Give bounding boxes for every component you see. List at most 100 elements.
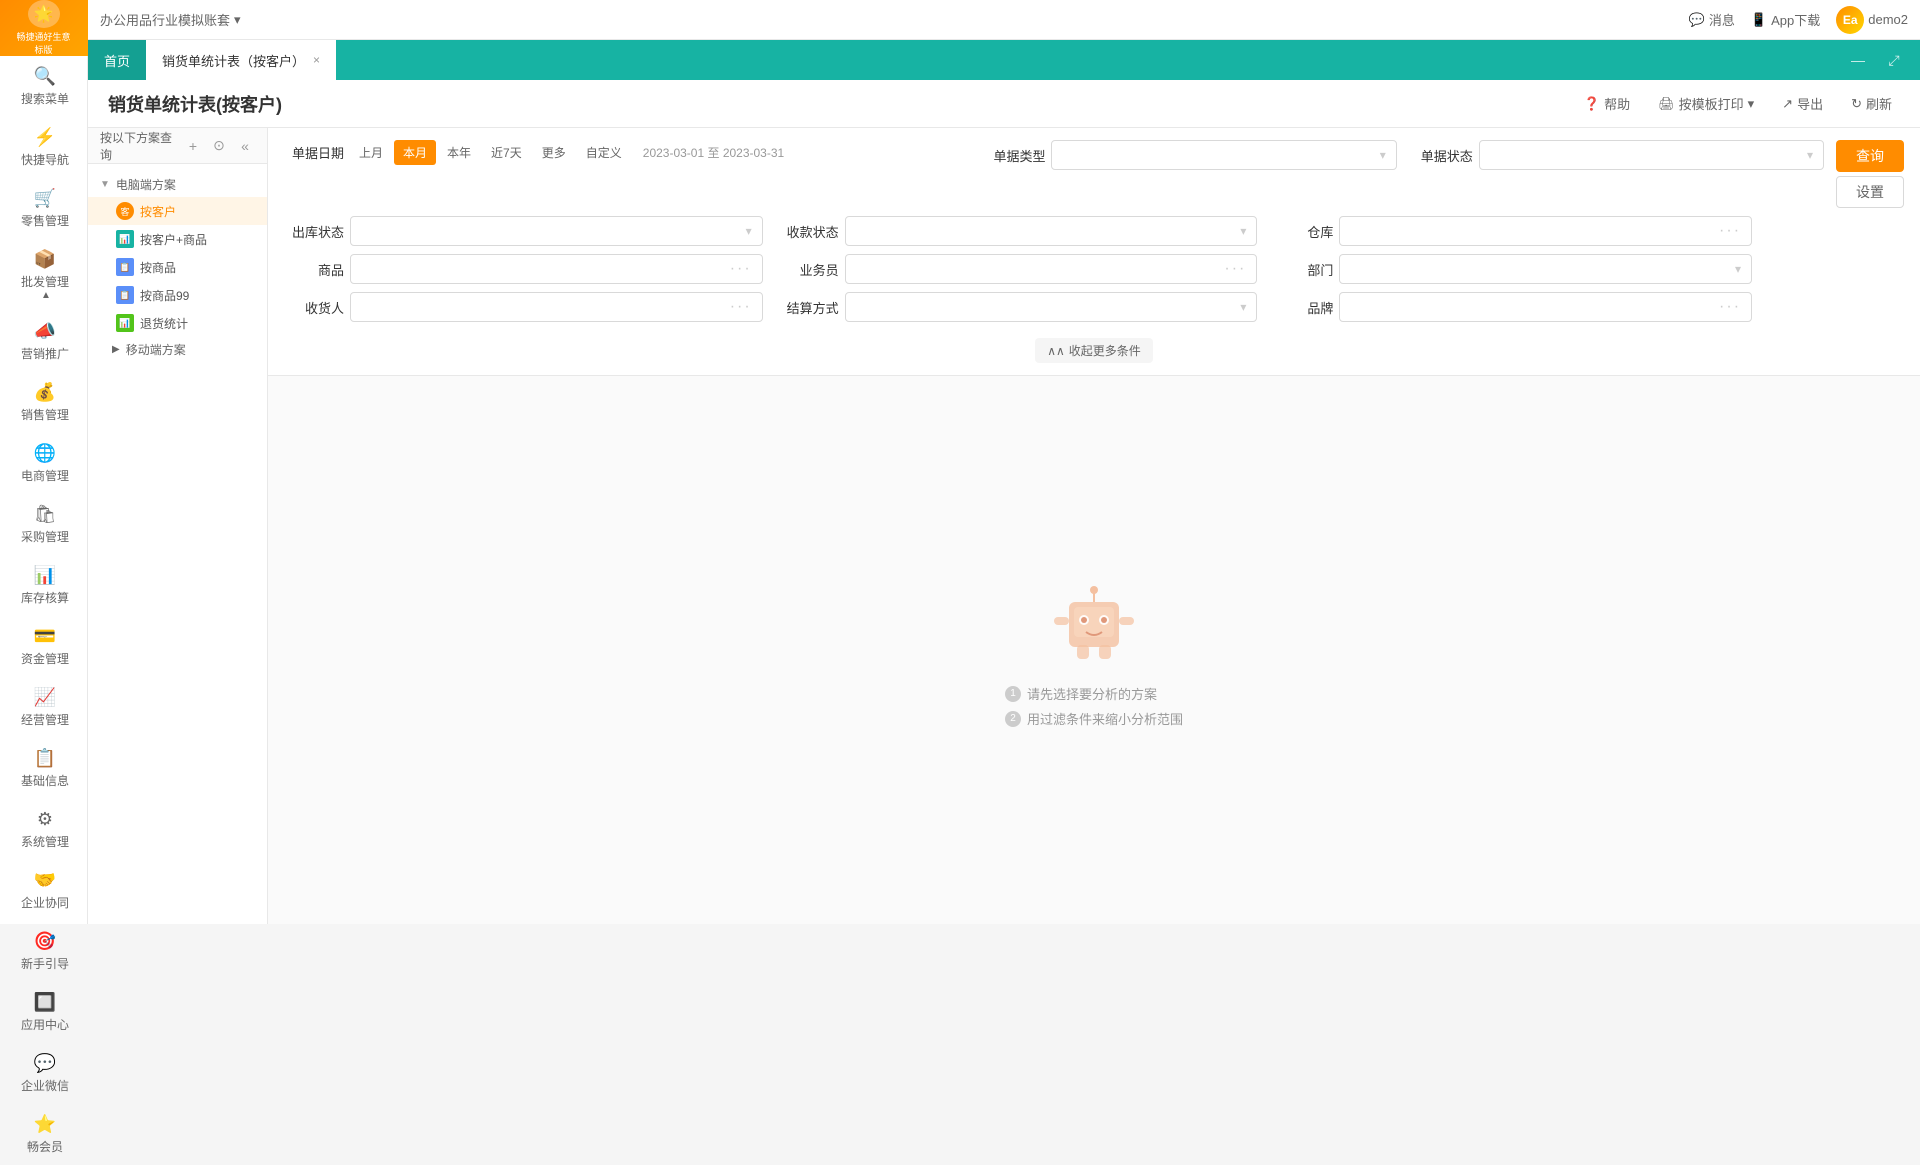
date-tab-this-year[interactable]: 本年 [438, 140, 480, 165]
tip-1-text: 请先选择要分析的方案 [1027, 684, 1157, 703]
tree-item-return-stats-label: 退货统计 [140, 315, 188, 332]
app-download-button[interactable]: 📱 App下载 [1751, 10, 1820, 29]
tree-item-return-stats[interactable]: 📊 退货统计 [88, 309, 267, 337]
sidebar-item-ecommerce[interactable]: 🌐 电商管理 [0, 433, 88, 494]
doc-type-chevron-icon: ▾ [1380, 148, 1386, 162]
settlement-selector[interactable]: ▾ [845, 292, 1258, 322]
goods99-scheme-icon: 📋 [116, 286, 134, 304]
sidebar-item-label: 企业协同 [21, 894, 69, 911]
minimize-icon: — [1851, 52, 1865, 68]
sidebar-item-purchase[interactable]: 🛍 采购管理 [0, 494, 88, 555]
goods-selector[interactable]: ··· [350, 254, 763, 284]
refresh-icon: ↻ [1851, 96, 1862, 112]
chevron-up-icon: ▲ [41, 290, 51, 301]
sidebar-item-enterprise[interactable]: 🤝 企业协同 [0, 860, 88, 921]
date-tab-custom[interactable]: 自定义 [577, 140, 631, 165]
sidebar-item-quick-nav[interactable]: ⚡ 快捷导航 [0, 117, 88, 178]
app-download-label: App下载 [1771, 10, 1820, 29]
sidebar-item-sales[interactable]: 💰 销售管理 [0, 372, 88, 433]
help-icon: ❓ [1584, 96, 1600, 112]
refresh-button[interactable]: ↻ 刷新 [1843, 90, 1900, 117]
settlement-label: 结算方式 [779, 298, 839, 317]
settings-button[interactable]: 设置 [1836, 176, 1904, 208]
customer-goods-scheme-icon: 📊 [116, 230, 134, 248]
salesperson-selector[interactable]: ··· [845, 254, 1258, 284]
tree-item-by-goods-99[interactable]: 📋 按商品99 [88, 281, 267, 309]
empty-state: 1 请先选择要分析的方案 2 用过滤条件来缩小分析范围 [1005, 572, 1183, 728]
sidebar-item-label: 企业微信 [21, 1077, 69, 1094]
tip-2-text: 用过滤条件来缩小分析范围 [1027, 709, 1183, 728]
logo-text: 畅捷通好生意 [16, 30, 70, 43]
sidebar-item-wholesale[interactable]: 📦 批发管理 ▲ [0, 239, 88, 311]
sidebar-item-label: 畅会员 [27, 1138, 63, 1155]
wholesale-icon: 📦 [34, 249, 56, 270]
collapse-label: 收起更多条件 [1069, 342, 1141, 359]
print-icon: 🖨 [1658, 96, 1675, 112]
sidebar-logo[interactable]: 🌟 畅捷通好生意 标版 [0, 0, 88, 56]
collapse-panel-button[interactable]: « [235, 136, 255, 156]
collapse-filter-button[interactable]: ∧∧ 收起更多条件 [1035, 338, 1153, 363]
sidebar-item-member[interactable]: ⭐ 畅会员 [0, 1104, 88, 1165]
sidebar-item-label: 应用中心 [21, 1016, 69, 1033]
print-dropdown-icon: ▾ [1748, 96, 1755, 112]
sidebar-item-search[interactable]: 🔍 搜索菜单 [0, 56, 88, 117]
marketing-icon: 📣 [34, 321, 56, 342]
tree-item-by-goods[interactable]: 📋 按商品 [88, 253, 267, 281]
sidebar-item-label: 库存核算 [21, 589, 69, 606]
query-button[interactable]: 查询 [1836, 140, 1904, 172]
receipt-status-chevron-icon: ▾ [1240, 224, 1246, 238]
out-status-selector[interactable]: ▾ [350, 216, 763, 246]
consignee-selector[interactable]: ··· [350, 292, 763, 322]
settings-scheme-button[interactable]: ⊙ [209, 136, 229, 156]
message-button[interactable]: 💬 消息 [1689, 10, 1735, 29]
doc-status-selector[interactable]: ▾ [1479, 140, 1824, 170]
tree-group-mobile-header[interactable]: ▶ 移动端方案 [88, 337, 267, 362]
left-panel-icons: + ⊙ « [183, 136, 255, 156]
department-selector[interactable]: ▾ [1339, 254, 1752, 284]
main-area: 办公用品行业模拟账套 ▾ 💬 消息 📱 App下载 Ea demo2 首页 [88, 0, 1920, 924]
operations-icon: 📈 [34, 687, 56, 708]
sidebar-item-inventory[interactable]: 📊 库存核算 [0, 555, 88, 616]
doc-type-selector[interactable]: ▾ [1051, 140, 1396, 170]
tree-group-pc-label: 电脑端方案 [116, 176, 176, 193]
sidebar-item-label: 经营管理 [21, 711, 69, 728]
help-button[interactable]: ❓ 帮助 [1576, 90, 1638, 117]
tree-item-by-customer-goods[interactable]: 📊 按客户+商品 [88, 225, 267, 253]
receipt-status-selector[interactable]: ▾ [845, 216, 1258, 246]
tip-2-num: 2 [1005, 711, 1021, 727]
sidebar-item-label: 批发管理 [21, 273, 69, 290]
date-tab-last-month[interactable]: 上月 [350, 140, 392, 165]
avatar: Ea [1836, 6, 1864, 34]
tab-expand-button[interactable]: ⤢ [1880, 46, 1908, 74]
tree-item-by-customer[interactable]: 客 按客户 [88, 197, 267, 225]
tab-home[interactable]: 首页 [88, 40, 146, 80]
user-profile[interactable]: Ea demo2 [1836, 6, 1908, 34]
tab-minimize-button[interactable]: — [1844, 46, 1872, 74]
sidebar-item-apps[interactable]: 🔲 应用中心 [0, 982, 88, 1043]
member-icon: ⭐ [34, 1114, 56, 1135]
sidebar-item-system[interactable]: ⚙ 系统管理 [0, 799, 88, 860]
page-title-bar: 销货单统计表(按客户) ❓ 帮助 🖨 按模板打印 ▾ ↗ 导出 ↻ 刷新 [88, 80, 1920, 128]
sidebar-item-marketing[interactable]: 📣 营销推广 [0, 311, 88, 372]
account-selector[interactable]: 办公用品行业模拟账套 ▾ [100, 10, 241, 29]
date-tab-this-month[interactable]: 本月 [394, 140, 436, 165]
date-tab-last-7[interactable]: 近7天 [482, 140, 531, 165]
sidebar-item-operations[interactable]: 📈 经营管理 [0, 677, 88, 738]
sidebar-item-retail[interactable]: 🛒 零售管理 [0, 178, 88, 239]
sidebar-item-basic[interactable]: 📋 基础信息 [0, 738, 88, 799]
tree-group-mobile: ▶ 移动端方案 [88, 337, 267, 362]
print-button[interactable]: 🖨 按模板打印 ▾ [1650, 90, 1762, 117]
tab-close-icon[interactable]: × [313, 53, 320, 67]
add-scheme-button[interactable]: + [183, 136, 203, 156]
sidebar-item-label: 基础信息 [21, 772, 69, 789]
warehouse-selector[interactable]: ··· [1339, 216, 1752, 246]
brand-selector[interactable]: ··· [1339, 292, 1752, 322]
tree-group-pc-header[interactable]: ▼ 电脑端方案 [88, 172, 267, 197]
tab-report[interactable]: 销货单统计表（按客户） × [146, 40, 336, 80]
empty-tip-2: 2 用过滤条件来缩小分析范围 [1005, 709, 1183, 728]
sidebar-item-finance[interactable]: 💳 资金管理 [0, 616, 88, 677]
sidebar-item-wechat[interactable]: 💬 企业微信 [0, 1043, 88, 1104]
export-button[interactable]: ↗ 导出 [1774, 90, 1831, 117]
sidebar-item-newbie[interactable]: 🎯 新手引导 [0, 921, 88, 982]
date-tab-more[interactable]: 更多 [533, 140, 575, 165]
